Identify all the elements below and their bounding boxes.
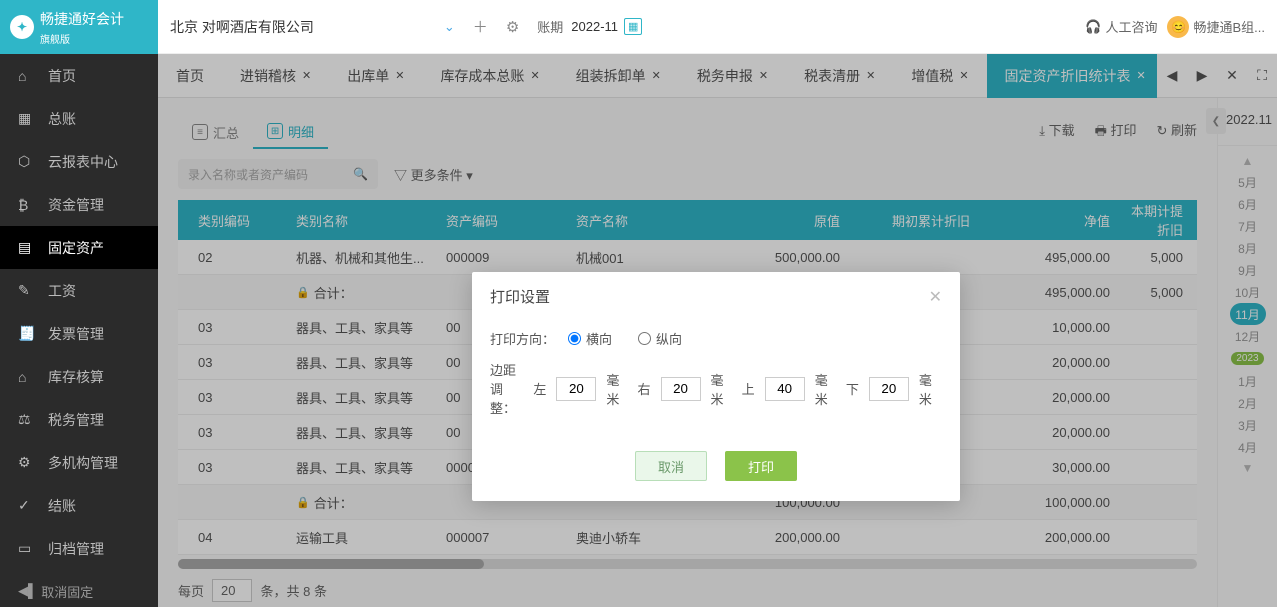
sidebar-label-2: 云报表中心 [48,152,118,172]
sidebar-label-7: 库存核算 [48,367,104,387]
sidebar-icon-9: ⚙ [18,454,36,471]
calendar-icon[interactable]: ▦ [624,18,642,35]
consult-link[interactable]: 🎧 人工咨询 [1085,17,1157,36]
sidebar: ✦ 畅捷通好会计 旗舰版 ⌂ 首页 ▦ 总账 ⬡ 云报表中心 ₿ 资金管理 ▤ 固定资产 ✎ 工资 🧾 发… [0,0,158,607]
sidebar-label-10: 结账 [48,496,76,516]
brand-sub: 旗舰版 [40,31,124,46]
sidebar-icon-2: ⬡ [18,153,36,170]
sidebar-icon-4: ▤ [18,239,36,256]
margin-right-label: 右 [638,379,651,398]
sidebar-icon-8: ⚖ [18,411,36,428]
direction-label: 打印方向： [490,329,560,348]
unit-mm-1: 毫米 [606,370,619,408]
margin-top-label: 上 [742,379,755,398]
cancel-button[interactable]: 取消 [635,451,707,481]
sidebar-item-10[interactable]: ✓ 结账 [0,484,158,527]
sidebar-icon-0: ⌂ [18,68,36,84]
sidebar-icon-7: ⌂ [18,369,36,385]
print-settings-modal: 打印设置 ✕ 打印方向： 横向 纵向 边距调整： 左 毫米 右 毫米 上 毫米 [472,272,960,501]
margin-left-input[interactable] [556,377,596,401]
sidebar-item-7[interactable]: ⌂ 库存核算 [0,355,158,398]
sidebar-item-9[interactable]: ⚙ 多机构管理 [0,441,158,484]
user-label: 畅捷通B组... [1193,17,1265,36]
sidebar-icon-5: ✎ [18,282,36,299]
sidebar-label-11: 归档管理 [48,539,104,559]
headset-icon: 🎧 [1085,19,1101,35]
sidebar-item-5[interactable]: ✎ 工资 [0,269,158,312]
sidebar-label-4: 固定资产 [48,238,104,258]
sidebar-item-3[interactable]: ₿ 资金管理 [0,183,158,226]
brand-icon: ✦ [10,15,34,39]
sidebar-icon-11: ▭ [18,540,36,557]
unit-mm-4: 毫米 [919,370,932,408]
unit-mm-2: 毫米 [711,370,724,408]
company-chevron-icon[interactable]: ⌄ [444,19,455,35]
sidebar-item-8[interactable]: ⚖ 税务管理 [0,398,158,441]
period-value: 2022-11 [571,19,618,34]
unpin-icon: ◀▌ [18,583,37,599]
gear-icon[interactable]: ⚙ [506,18,519,36]
add-icon[interactable]: ＋ [473,16,488,37]
sidebar-item-4[interactable]: ▤ 固定资产 [0,226,158,269]
sidebar-label-1: 总账 [48,109,76,129]
sidebar-label-6: 发票管理 [48,324,104,344]
radio-horizontal[interactable]: 横向 [568,329,612,348]
sidebar-label-9: 多机构管理 [48,453,118,473]
radio-vertical-label: 纵向 [656,329,682,348]
brand-logo: ✦ 畅捷通好会计 旗舰版 [0,0,158,54]
modal-title: 打印设置 [490,286,550,307]
topbar: 北京 对啊酒店有限公司 ⌄ ＋ ⚙ 账期 2022-11 ▦ 🎧 人工咨询 😊 … [158,0,1277,54]
margin-left-label: 左 [533,379,546,398]
avatar-icon: 😊 [1167,16,1189,38]
sidebar-icon-1: ▦ [18,110,36,127]
radio-vertical[interactable]: 纵向 [638,329,682,348]
sidebar-unpin-label: 取消固定 [41,582,93,601]
margin-bottom-label: 下 [846,379,859,398]
margin-top-input[interactable] [765,377,805,401]
sidebar-item-1[interactable]: ▦ 总账 [0,97,158,140]
sidebar-label-0: 首页 [48,66,76,86]
radio-horizontal-label: 横向 [586,329,612,348]
user-menu[interactable]: 😊 畅捷通B组... [1167,16,1265,38]
sidebar-item-11[interactable]: ▭ 归档管理 [0,527,158,570]
radio-vertical-input[interactable] [638,332,651,345]
unit-mm-3: 毫米 [815,370,828,408]
print-confirm-button[interactable]: 打印 [725,451,797,481]
brand-name: 畅捷通好会计 [40,9,124,29]
sidebar-icon-10: ✓ [18,497,36,514]
sidebar-item-0[interactable]: ⌂ 首页 [0,54,158,97]
margin-label: 边距调整： [490,360,525,417]
margin-right-input[interactable] [661,377,701,401]
sidebar-icon-6: 🧾 [18,325,36,342]
sidebar-unpin[interactable]: ◀▌ 取消固定 [0,575,158,607]
sidebar-item-2[interactable]: ⬡ 云报表中心 [0,140,158,183]
sidebar-label-3: 资金管理 [48,195,104,215]
sidebar-icon-3: ₿ [18,197,36,213]
margin-bottom-input[interactable] [869,377,909,401]
period-label: 账期 [537,17,563,36]
sidebar-label-5: 工资 [48,281,76,301]
modal-close-icon[interactable]: ✕ [929,287,942,307]
radio-horizontal-input[interactable] [568,332,581,345]
consult-label: 人工咨询 [1105,17,1157,36]
sidebar-label-8: 税务管理 [48,410,104,430]
sidebar-item-6[interactable]: 🧾 发票管理 [0,312,158,355]
company-select[interactable]: 北京 对啊酒店有限公司 [170,17,314,37]
